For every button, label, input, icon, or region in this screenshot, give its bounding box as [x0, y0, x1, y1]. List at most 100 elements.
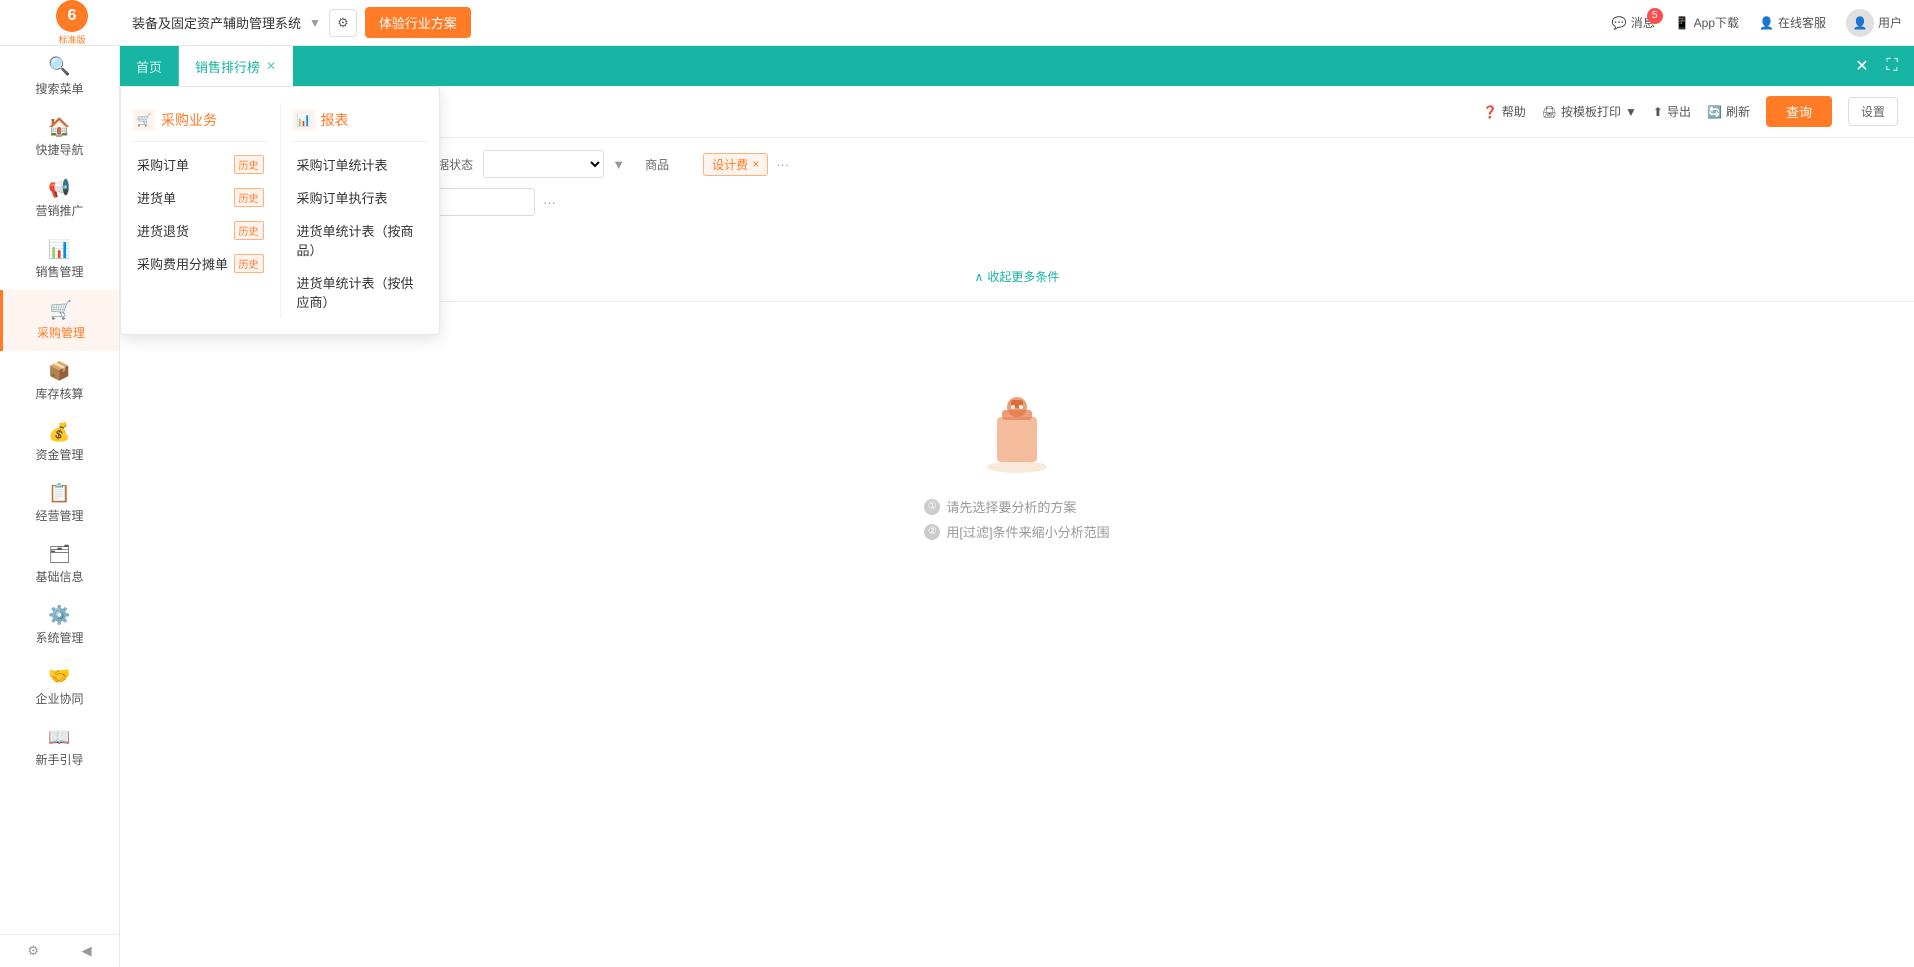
title-dropdown-icon[interactable]: ▼: [309, 16, 321, 30]
print-dropdown-icon: ▼: [1625, 105, 1637, 119]
sidebar-item-operation[interactable]: 📋 经营管理: [0, 473, 119, 534]
menu-item-label: 采购费用分摊单: [137, 254, 228, 273]
user-profile-button[interactable]: 👤 用户: [1846, 9, 1902, 37]
system-title: 装备及固定资产辅助管理系统: [132, 13, 301, 32]
export-button[interactable]: ⬆ 导出: [1653, 103, 1691, 120]
tab-sales-rank-label: 销售排行榜: [195, 57, 260, 76]
dropdown-purchase-col: 🛒 采购业务 采购订单 历史 进货单 历史 进货退货 历史: [121, 103, 280, 318]
dropdown-report-col: 📊 报表 采购订单统计表 采购订单执行表 进货单统计表（按商品） 进货单统计表（…: [280, 103, 440, 318]
user-avatar-icon: 👤: [1846, 9, 1874, 37]
sidebar-item-guide[interactable]: 📖 新手引导: [0, 717, 119, 778]
print-label: 按模板打印: [1561, 103, 1621, 120]
sidebar-item-inventory[interactable]: 📦 库存核算: [0, 351, 119, 412]
marketing-icon: 📢: [48, 178, 70, 199]
empty-illustration: [967, 382, 1067, 485]
salesperson-more-icon[interactable]: ···: [543, 195, 556, 210]
report-col-title: 报表: [321, 110, 349, 130]
product-more-icon[interactable]: ···: [776, 157, 789, 172]
menu-item-goods-stat-supplier[interactable]: 进货单统计表（按供应商）: [293, 266, 428, 318]
collapse-label: 收起更多条件: [987, 268, 1059, 285]
collapse-sidebar-icon[interactable]: ◀: [82, 943, 92, 959]
inventory-icon: 📦: [48, 361, 70, 382]
tab-sales-rank[interactable]: 销售排行榜 ✕: [179, 46, 293, 86]
menu-item-goods-receipt[interactable]: 进货单 历史: [133, 181, 268, 214]
menu-item-label: 采购订单: [137, 155, 189, 174]
tip2-number: ②: [924, 524, 940, 540]
menu-item-purchase-expense[interactable]: 采购费用分摊单 历史: [133, 247, 268, 280]
menu-item-goods-return[interactable]: 进货退货 历史: [133, 214, 268, 247]
sidebar-item-marketing[interactable]: 📢 营销推广: [0, 168, 119, 229]
history-badge: 历史: [234, 254, 264, 273]
online-service-button[interactable]: 👤 在线客服: [1759, 14, 1826, 31]
help-button[interactable]: ❓ 帮助: [1483, 103, 1526, 120]
sidebar-item-sales[interactable]: 📊 销售管理: [0, 229, 119, 290]
sidebar-item-label: 企业协同: [35, 690, 83, 707]
help-icon: ❓: [1483, 105, 1498, 119]
app-download-button[interactable]: 📱 App下载: [1675, 14, 1739, 31]
search-icon: 🔍: [48, 56, 70, 77]
menu-item-purchase-order-exec[interactable]: 采购订单执行表: [293, 181, 428, 214]
sidebar-item-purchase[interactable]: 🛒 采购管理: [0, 290, 119, 351]
empty-tip-1: ① 请先选择要分析的方案: [924, 497, 1109, 516]
settings-bottom-icon[interactable]: ⚙: [27, 943, 39, 959]
doc-status-select[interactable]: [483, 150, 604, 178]
product-tag-close-icon[interactable]: ×: [752, 157, 759, 171]
system-title-area: 装备及固定资产辅助管理系统 ▼ ⚙ 体验行业方案: [132, 7, 1612, 38]
industry-solution-button[interactable]: 体验行业方案: [365, 7, 471, 38]
tab-expand-button[interactable]: ⛶: [1878, 52, 1906, 80]
product-tag-text: 设计费: [712, 156, 748, 173]
sidebar-item-search[interactable]: 🔍 搜索菜单: [0, 46, 119, 107]
dropdown-columns: 🛒 采购业务 采购订单 历史 进货单 历史 进货退货 历史: [121, 95, 439, 326]
menu-item-label: 进货单: [137, 188, 176, 207]
settings-gear-button[interactable]: ⚙: [329, 9, 357, 37]
username-label: 用户: [1878, 14, 1902, 31]
message-icon: 💬: [1612, 16, 1627, 30]
tip1-text: 请先选择要分析的方案: [946, 497, 1076, 516]
sidebar-item-label: 系统管理: [35, 629, 83, 646]
print-icon: 🖨: [1542, 105, 1557, 119]
menu-item-purchase-order[interactable]: 采购订单 历史: [133, 148, 268, 181]
print-template-button[interactable]: 🖨 按模板打印 ▼: [1542, 103, 1637, 120]
online-service-label: 在线客服: [1778, 14, 1826, 31]
empty-state: ① 请先选择要分析的方案 ② 用[过滤]条件来缩小分析范围: [120, 302, 1914, 621]
tab-close-icon[interactable]: ✕: [266, 59, 276, 73]
doc-status-dropdown-icon: ▼: [612, 157, 625, 172]
tip2-text: 用[过滤]条件来缩小分析范围: [946, 522, 1109, 541]
tab-close-all-button[interactable]: ✕: [1848, 52, 1876, 80]
sidebar-item-system[interactable]: ⚙️ 系统管理: [0, 595, 119, 656]
query-button[interactable]: 查询: [1766, 96, 1832, 127]
sidebar-item-label: 营销推广: [35, 202, 83, 219]
sidebar-item-label: 搜索菜单: [35, 80, 83, 97]
tab-home[interactable]: 首页: [120, 46, 179, 86]
sidebar-item-quick[interactable]: 🏠 快捷导航: [0, 107, 119, 168]
sidebar-item-enterprise[interactable]: 🤝 企业协同: [0, 656, 119, 717]
refresh-button[interactable]: 🔄 刷新: [1707, 103, 1750, 120]
filter-doc-status-item: 单据状态 ▼: [425, 150, 625, 178]
app-download-label: App下载: [1694, 14, 1739, 31]
empty-tip-2: ② 用[过滤]条件来缩小分析范围: [924, 522, 1109, 541]
menu-item-goods-stat-product[interactable]: 进货单统计表（按商品）: [293, 214, 428, 266]
message-badge: 5: [1647, 8, 1663, 24]
export-label: 导出: [1667, 103, 1691, 120]
refresh-icon: 🔄: [1707, 105, 1722, 119]
tab-home-label: 首页: [136, 57, 162, 76]
tab-bar: 首页 销售排行榜 ✕ ✕ ⛶: [120, 46, 1914, 86]
menu-item-purchase-order-stat[interactable]: 采购订单统计表: [293, 148, 428, 181]
sidebar-item-finance[interactable]: 💰 资金管理: [0, 412, 119, 473]
collapse-up-icon: ∧: [975, 270, 984, 284]
message-button[interactable]: 💬 消息 5: [1612, 14, 1655, 31]
empty-tips: ① 请先选择要分析的方案 ② 用[过滤]条件来缩小分析范围: [924, 497, 1109, 541]
operation-icon: 📋: [48, 483, 70, 504]
sidebar-item-label: 新手引导: [35, 751, 83, 768]
purchase-icon: 🛒: [50, 300, 72, 321]
logo-subtitle: 标准版: [58, 33, 85, 46]
main-content: ❓ 帮助 🖨 按模板打印 ▼ ⬆ 导出 🔄 刷新 查询 设置: [120, 86, 1914, 967]
settings-button[interactable]: 设置: [1848, 97, 1898, 126]
export-icon: ⬆: [1653, 105, 1663, 119]
sidebar-item-label: 经营管理: [35, 507, 83, 524]
filter-product-item: 商品 设计费 × ···: [645, 153, 845, 176]
tab-controls: ✕ ⛶: [1848, 46, 1914, 86]
sidebar-item-basic[interactable]: 🗂 基础信息: [0, 534, 119, 595]
product-tag: 设计费 ×: [703, 153, 768, 176]
home-icon: 🏠: [48, 117, 70, 138]
